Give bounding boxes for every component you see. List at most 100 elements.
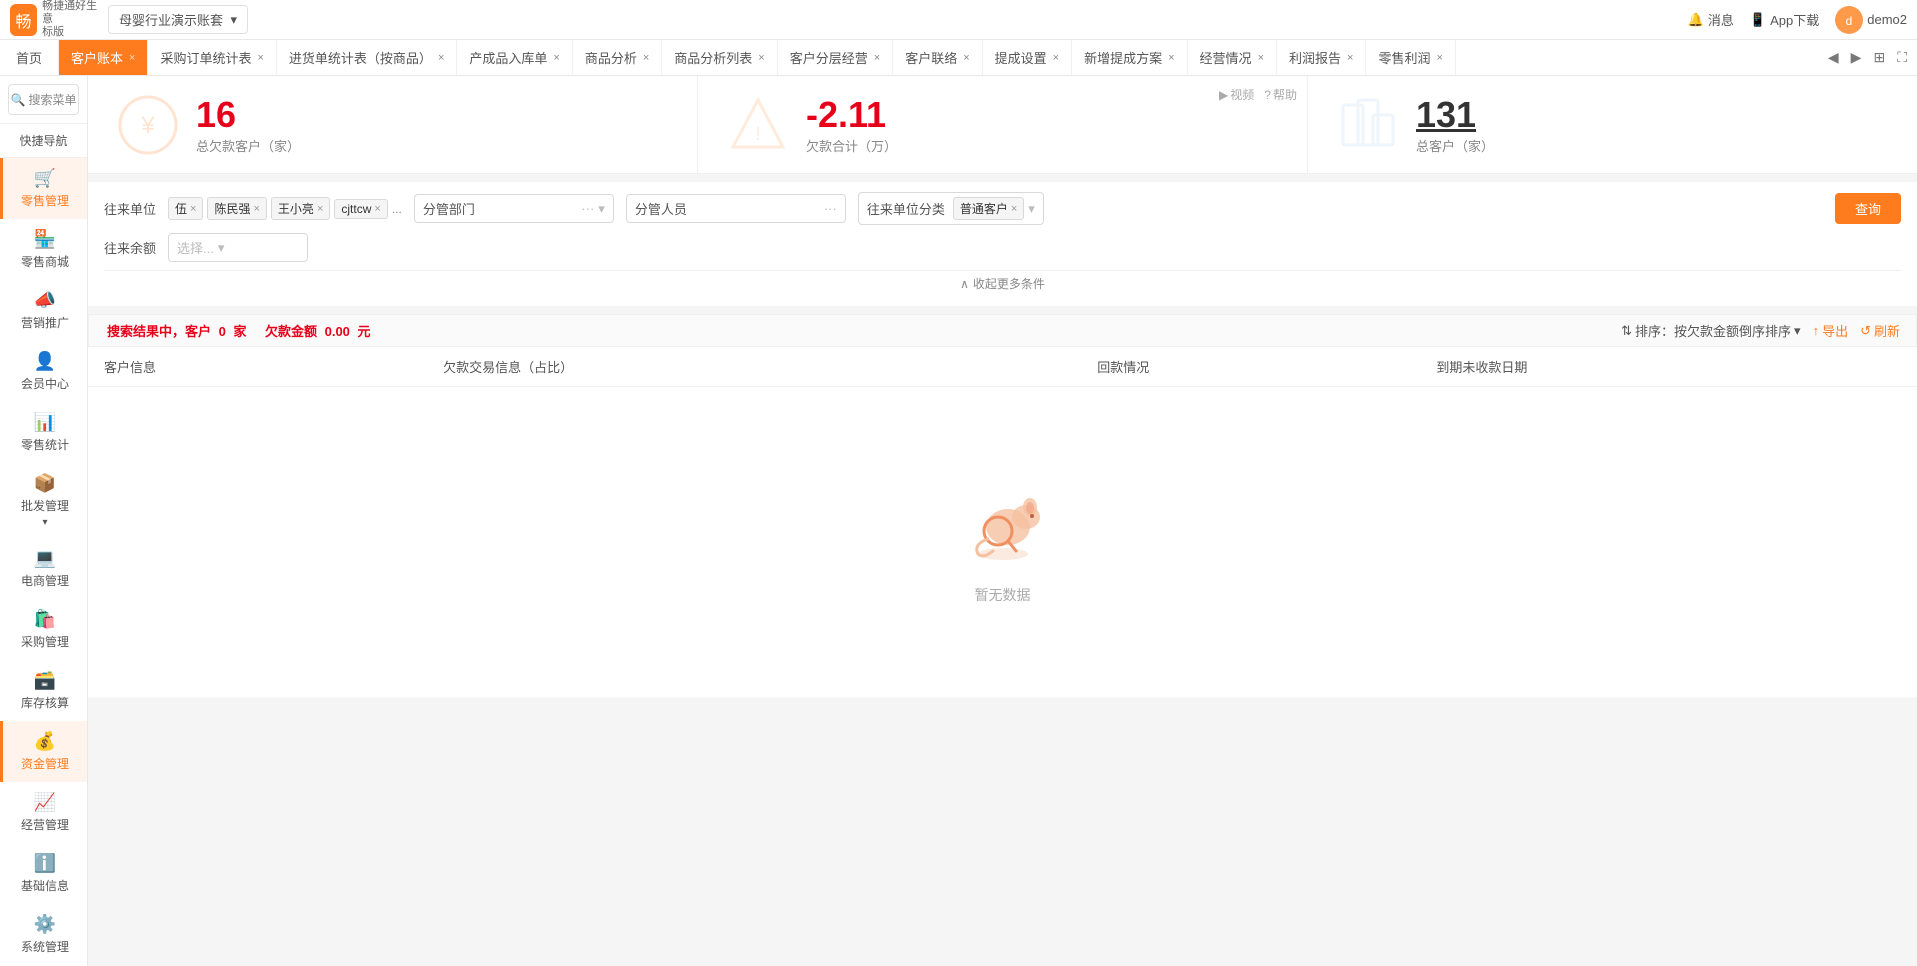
sidebar-item-operation[interactable]: 📈 经营管理 — [0, 782, 87, 843]
nav-fullscreen-icon[interactable]: ⛶ — [1893, 49, 1911, 66]
content-area: ¥ 16 总欠款客户（家） ! — [88, 76, 1917, 966]
nav-tabs-actions: ◀ ▶ ⊞ ⛶ — [1818, 49, 1917, 66]
sort-icon: ⇅ — [1621, 323, 1632, 339]
play-icon: ▶ — [1219, 88, 1228, 102]
unit-type-filter[interactable]: 往来单位分类 普通客户 × ▾ — [858, 192, 1044, 225]
results-bar: 搜索结果中，客户 0 家 欠款金额 0.00 元 ⇅ 排序：按欠款金额倒序排序 … — [88, 314, 1917, 347]
stat-value-debtors: 16 — [196, 94, 300, 136]
tab-goods-analysis-list[interactable]: 商品分析列表 × — [662, 40, 777, 76]
main-layout: 🔍 搜索菜单 快捷导航 🛒 零售管理 🏪 零售商城 📣 营销推广 👤 会员中心 … — [0, 76, 1917, 966]
tab-purchase-order-stats[interactable]: 采购订单统计表 × — [148, 40, 276, 76]
sidebar-item-basic-info[interactable]: ℹ️ 基础信息 — [0, 843, 87, 904]
sidebar-item-marketing[interactable]: 📣 营销推广 — [0, 280, 87, 341]
nav-prev-arrow[interactable]: ◀ — [1824, 49, 1843, 66]
tab-production-inbound[interactable]: 产成品入库单 × — [457, 40, 572, 76]
sort-arrow-icon: ▾ — [1794, 323, 1801, 339]
stat-card-total-customers: 131 总客户（家） — [1308, 76, 1917, 173]
sort-button[interactable]: ⇅ 排序：按欠款金额倒序排序 ▾ — [1621, 321, 1800, 340]
sidebar-item-ecommerce[interactable]: 💻 电商管理 — [0, 538, 87, 599]
workspace-selector[interactable]: 母婴行业演示账套 ▾ — [108, 5, 248, 34]
user-menu-button[interactable]: d demo2 — [1835, 6, 1907, 34]
balance-filter-select[interactable]: 选择... ▾ — [168, 233, 308, 262]
svg-text:d: d — [1846, 14, 1853, 28]
filter-row-2: 往来余额 选择... ▾ — [104, 233, 1901, 262]
remove-tag-wu[interactable]: × — [190, 203, 196, 215]
dept-filter-select[interactable]: 分管部门 ··· ▾ — [414, 194, 614, 223]
app-download-button[interactable]: 📱 App下载 — [1750, 10, 1819, 29]
stat-label-debtors: 总欠款客户（家） — [196, 136, 300, 155]
marketing-icon: 📣 — [34, 290, 56, 311]
close-tab-icon[interactable]: × — [1053, 52, 1059, 64]
close-tab-icon[interactable]: × — [963, 52, 969, 64]
doc-help-button[interactable]: ? 帮助 — [1264, 86, 1297, 103]
tab-operations[interactable]: 经营情况 × — [1188, 40, 1277, 76]
close-tab-icon[interactable]: × — [1168, 52, 1174, 64]
dept-arrow-icon: ▾ — [598, 201, 605, 217]
remove-tag-wang[interactable]: × — [317, 203, 323, 215]
data-table: 客户信息 欠款交易信息（占比） 回款情况 到期未收款日期 — [88, 347, 1917, 698]
download-icon: 📱 — [1750, 12, 1766, 28]
close-tab-icon[interactable]: × — [1436, 52, 1442, 64]
quick-nav-button[interactable]: 快捷导航 — [0, 124, 87, 158]
search-menu-button[interactable]: 🔍 搜索菜单 — [8, 84, 79, 115]
chevron-up-icon: ∧ — [960, 277, 969, 291]
sidebar-item-sys-mgmt[interactable]: ⚙️ 系统管理 — [0, 904, 87, 965]
expand-arrow-icon: ▾ — [42, 517, 47, 528]
balance-arrow-icon: ▾ — [218, 240, 225, 256]
message-button[interactable]: 🔔 消息 — [1688, 10, 1734, 29]
unit-type-tags: 普通客户 × — [953, 197, 1024, 220]
person-filter-select[interactable]: 分管人员 ··· — [626, 194, 846, 223]
close-tab-icon[interactable]: × — [1347, 52, 1353, 64]
tab-goods-analysis[interactable]: 商品分析 × — [573, 40, 662, 76]
close-tab-icon[interactable]: × — [643, 52, 649, 64]
tab-inbound-stats[interactable]: 进货单统计表（按商品） × — [277, 40, 457, 76]
tab-commission-settings[interactable]: 提成设置 × — [983, 40, 1072, 76]
tab-home[interactable]: 首页 — [0, 40, 59, 76]
inventory-icon: 🗃️ — [34, 670, 56, 691]
unit-filter-label: 往来单位 — [104, 199, 156, 218]
sidebar-item-purchase[interactable]: 🛍️ 采购管理 — [0, 599, 87, 660]
tab-retail-profit[interactable]: 零售利润 × — [1366, 40, 1455, 76]
close-tab-icon[interactable]: × — [553, 52, 559, 64]
more-tags-button[interactable]: ... — [392, 202, 402, 216]
sidebar-item-batch-mgmt[interactable]: 📦 批发管理 ▾ — [0, 463, 87, 538]
query-button[interactable]: 查询 — [1835, 193, 1901, 224]
close-tab-icon[interactable]: × — [129, 52, 135, 64]
empty-illustration — [958, 479, 1048, 569]
remove-tag-cjttcw[interactable]: × — [374, 203, 380, 215]
tab-customer-tier[interactable]: 客户分层经营 × — [778, 40, 893, 76]
sidebar-search-area: 🔍 搜索菜单 — [0, 76, 87, 124]
close-tab-icon[interactable]: × — [438, 52, 444, 64]
close-tab-icon[interactable]: × — [874, 52, 880, 64]
top-bar: 畅 畅捷通好生意 标版 母婴行业演示账套 ▾ 🔔 消息 📱 App下载 d de… — [0, 0, 1917, 40]
nav-expand-icon[interactable]: ⊞ — [1869, 49, 1889, 66]
remove-tag-chen[interactable]: × — [253, 203, 259, 215]
export-icon: ↑ — [1813, 323, 1820, 338]
close-tab-icon[interactable]: × — [758, 52, 764, 64]
close-tab-icon[interactable]: × — [257, 52, 263, 64]
tab-new-commission[interactable]: 新增提成方案 × — [1072, 40, 1187, 76]
remove-normal-customer-tag[interactable]: × — [1011, 203, 1017, 215]
close-tab-icon[interactable]: × — [1258, 52, 1264, 64]
filter-row-1: 往来单位 伍 × 陈民强 × 王小亮 × cjttcw — [104, 192, 1901, 225]
table-header: 客户信息 欠款交易信息（占比） 回款情况 到期未收款日期 — [88, 347, 1917, 387]
tab-customer-account[interactable]: 客户账本 × — [59, 40, 148, 76]
nav-next-arrow[interactable]: ▶ — [1847, 49, 1866, 66]
collapse-more-button[interactable]: ∧ 收起更多条件 — [104, 270, 1901, 296]
tab-customer-contact[interactable]: 客户联络 × — [893, 40, 982, 76]
sidebar-item-finance[interactable]: 💰 资金管理 — [0, 721, 87, 782]
filter-tag-chen: 陈民强 × — [207, 197, 266, 220]
refresh-button[interactable]: ↺ 刷新 — [1860, 321, 1900, 340]
tab-profit-report[interactable]: 利润报告 × — [1277, 40, 1366, 76]
video-help-button[interactable]: ▶ 视频 — [1219, 86, 1254, 103]
sidebar-item-retail-mall[interactable]: 🏪 零售商城 — [0, 219, 87, 280]
sidebar-item-retail-mgmt[interactable]: 🛒 零售管理 — [0, 158, 87, 219]
empty-state-cell: 暂无数据 — [88, 387, 1917, 698]
stat-help-area: ▶ 视频 ? 帮助 — [1219, 86, 1297, 103]
sidebar-item-retail-stats[interactable]: 📊 零售统计 — [0, 402, 87, 463]
sidebar-item-inventory[interactable]: 🗃️ 库存核算 — [0, 660, 87, 721]
sidebar-item-member[interactable]: 👤 会员中心 — [0, 341, 87, 402]
dept-dots: ··· — [581, 201, 594, 216]
search-icon: 🔍 — [11, 93, 26, 107]
export-button[interactable]: ↑ 导出 — [1813, 321, 1849, 340]
